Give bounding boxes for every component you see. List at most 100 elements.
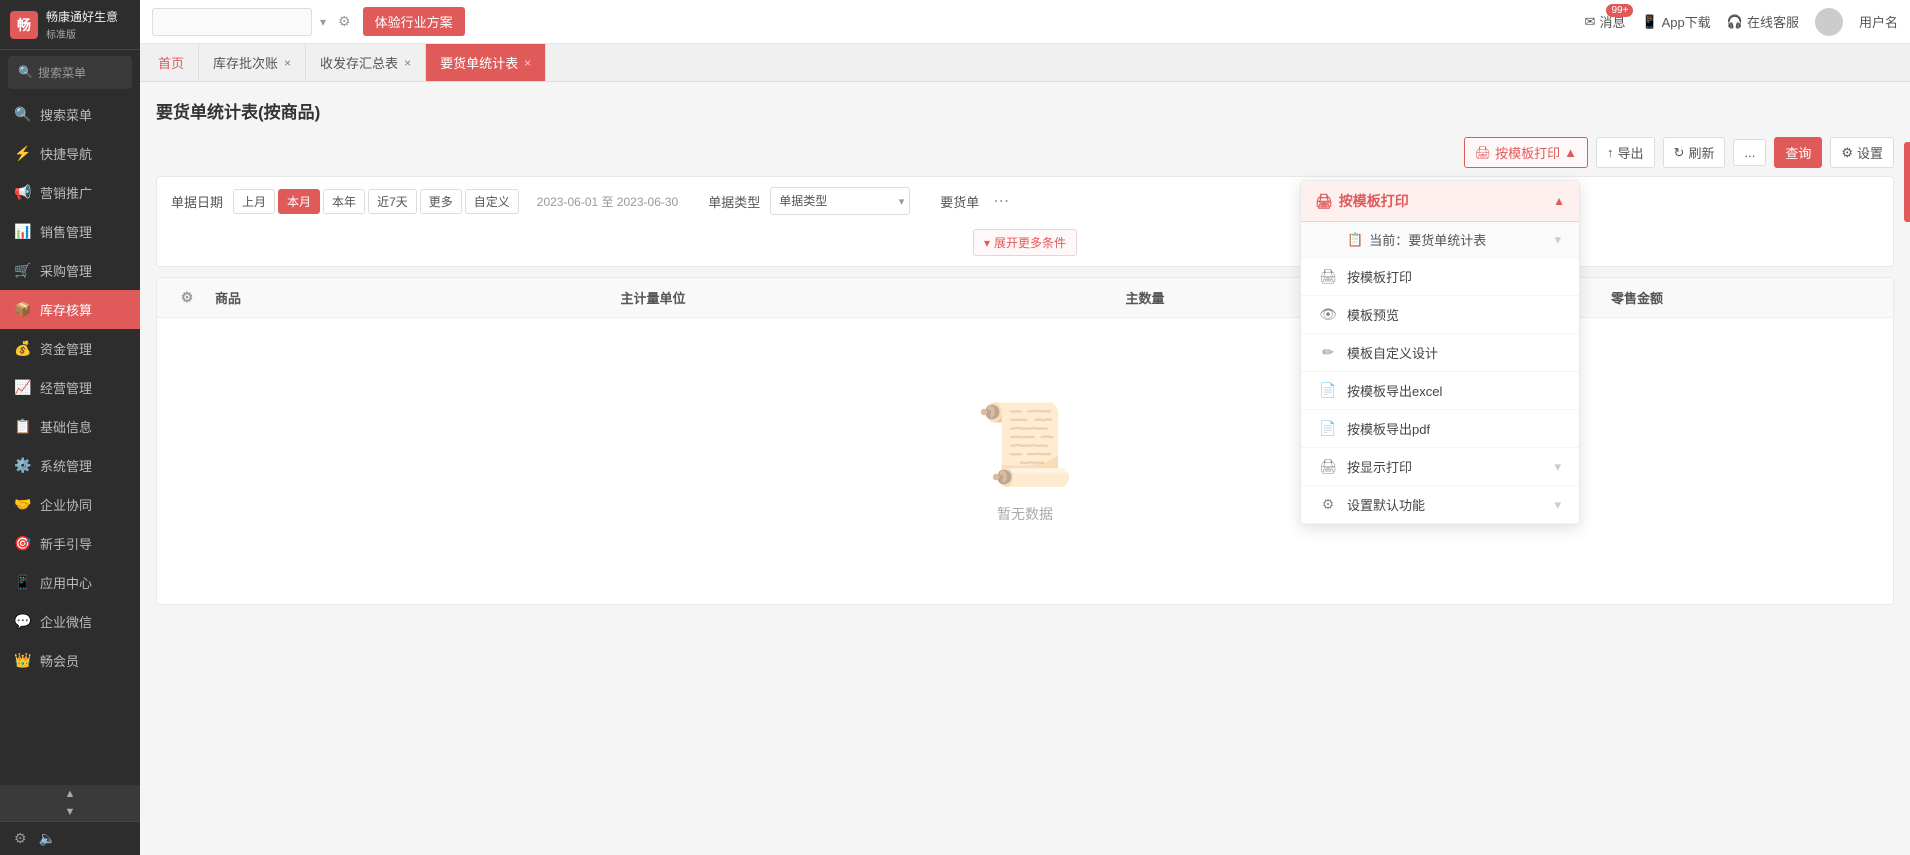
sidebar-item-operations[interactable]: 📈 经营管理 [0, 368, 140, 407]
messages-button[interactable]: ✉ 消息 99+ [1585, 12, 1626, 31]
date-btn-last7days[interactable]: 近7天 [368, 189, 417, 214]
sidebar-item-label: 资金管理 [40, 339, 92, 358]
settings-footer-icon[interactable]: ⚙ [14, 830, 27, 847]
export-button[interactable]: ↑ 导出 [1596, 137, 1655, 168]
search-icon: 🔍 [18, 65, 33, 79]
dropdown-title: 🖨 按模板打印 [1315, 191, 1409, 211]
sidebar-item-enterprise[interactable]: 🤝 企业协同 [0, 485, 140, 524]
tab-label: 收发存汇总表 [320, 53, 398, 72]
date-btn-prev-month[interactable]: 上月 [233, 189, 275, 214]
tab-requisition-stat[interactable]: 要货单统计表× [426, 44, 546, 81]
message-icon: ✉ [1585, 14, 1596, 30]
refresh-button[interactable]: ↻ 刷新 [1663, 137, 1726, 168]
marketing-icon: 📢 [14, 183, 32, 201]
query-label: 查询 [1785, 143, 1811, 162]
sidebar-item-purchase[interactable]: 🛒 采购管理 [0, 251, 140, 290]
sidebar-item-quick-nav[interactable]: ⚡ 快捷导航 [0, 134, 140, 173]
tab-bar: 首页库存批次账×收发存汇总表×要货单统计表× [140, 44, 1910, 82]
sidebar-item-finance[interactable]: 💰 资金管理 [0, 329, 140, 368]
date-btn-custom[interactable]: 自定义 [465, 189, 519, 214]
table-gear-icon[interactable]: ⚙ [181, 289, 194, 305]
sidebar-item-marketing[interactable]: 📢 营销推广 [0, 173, 140, 212]
date-range: 2023-06-01 至 2023-06-30 [537, 193, 678, 210]
date-btn-more[interactable]: 更多 [420, 189, 462, 214]
operations-icon: 📈 [14, 378, 32, 396]
refresh-label: 刷新 [1688, 143, 1714, 162]
col-settings[interactable]: ⚙ [167, 279, 207, 316]
sidebar-item-search[interactable]: 🔍 搜索菜单 [0, 95, 140, 134]
req-type-label: 要货单 [940, 192, 979, 211]
doc-type-select[interactable]: 单据类型 [770, 187, 910, 215]
dropdown-item-template-custom[interactable]: ✏ 模板自定义设计 [1301, 334, 1579, 372]
sidebar-item-member[interactable]: 👑 畅会员 [0, 641, 140, 680]
inventory-icon: 📦 [14, 300, 32, 318]
current-doc-label: 当前：要货单统计表 [1369, 230, 1486, 249]
dropdown-item-set-default[interactable]: ⚙ 设置默认功能 ▾ [1301, 486, 1579, 524]
date-btn-this-month[interactable]: 本月 [278, 189, 320, 214]
dropdown-current-item[interactable]: 📋 当前：要货单统计表 ▾ [1301, 222, 1579, 258]
sidebar-item-label: 应用中心 [40, 573, 92, 592]
sidebar-item-newbie[interactable]: 🎯 新手引导 [0, 524, 140, 563]
app-logo: 畅 畅康通好生意 标准版 [0, 0, 140, 50]
tab-close-icon[interactable]: × [284, 56, 291, 70]
current-expand-icon: ▾ [1554, 232, 1561, 248]
tab-close-icon[interactable]: × [404, 56, 411, 70]
tab-collection-summary[interactable]: 收发存汇总表 × [306, 44, 426, 81]
item-excel-label: 按模板导出excel [1347, 381, 1442, 400]
item-excel-icon: 📄 [1319, 382, 1337, 399]
app-download-label: App下载 [1662, 12, 1711, 31]
item-preview-icon: 👁 [1319, 306, 1337, 323]
export-label: 导出 [1618, 143, 1644, 162]
tab-inventory-batch[interactable]: 库存批次账× [199, 44, 306, 81]
dropdown-item-display-print[interactable]: 🖨 按显示打印 ▾ [1301, 448, 1579, 486]
sidebar-scroll-up[interactable]: ▲ [0, 785, 140, 803]
sound-footer-icon[interactable]: 🔈 [39, 830, 56, 847]
default-expand-icon: ▾ [1554, 497, 1561, 513]
dropdown-item-export-excel[interactable]: 📄 按模板导出excel [1301, 372, 1579, 410]
expand-more-label: 展开更多条件 [994, 234, 1066, 251]
sidebar-item-label: 快捷导航 [40, 144, 92, 163]
sidebar-item-wechat[interactable]: 💬 企业微信 [0, 602, 140, 641]
topbar-search-input[interactable] [152, 8, 312, 36]
sidebar-item-inventory[interactable]: 📦 库存核算 [0, 290, 140, 329]
online-service-button[interactable]: 🎧 在线客服 [1727, 12, 1799, 31]
dropdown-item-template-preview[interactable]: 👁 模板预览 [1301, 296, 1579, 334]
item-pdf-label: 按模板导出pdf [1347, 419, 1430, 438]
page-content-area: 要货单统计表(按商品) 🖨 按模板打印 ▲ ↑ 导出 ↻ 刷新 ... [140, 82, 1910, 855]
dropdown-item-template-print[interactable]: 🖨 按模板打印 [1301, 258, 1579, 296]
quick-nav-icon: ⚡ [14, 144, 32, 162]
dropdown-item-export-pdf[interactable]: 📄 按模板导出pdf [1301, 410, 1579, 448]
tab-close-icon[interactable]: × [524, 56, 531, 70]
sidebar-footer: ⚙ 🔈 [0, 821, 140, 855]
dropdown-chevron-up-icon[interactable]: ▲ [1553, 194, 1565, 208]
no-data-icon: 📜 [975, 398, 1075, 492]
query-button[interactable]: 查询 [1774, 137, 1822, 168]
page-title: 要货单统计表(按商品) [156, 98, 1894, 123]
service-icon: 🎧 [1727, 14, 1743, 30]
sidebar-item-label: 系统管理 [40, 456, 92, 475]
trial-button[interactable]: 体验行业方案 [363, 7, 465, 36]
sidebar-search[interactable]: 🔍 搜索菜单 [8, 56, 132, 89]
sidebar-item-label: 库存核算 [40, 300, 92, 319]
sidebar-item-basic-info[interactable]: 📋 基础信息 [0, 407, 140, 446]
date-btn-this-year[interactable]: 本年 [323, 189, 365, 214]
template-print-button[interactable]: 🖨 按模板打印 ▲ [1464, 137, 1588, 168]
sidebar-item-app-center[interactable]: 📱 应用中心 [0, 563, 140, 602]
logo-text-group: 畅康通好生意 标准版 [46, 10, 118, 41]
tab-home[interactable]: 首页 [144, 44, 199, 81]
sidebar-item-sales[interactable]: 📊 销售管理 [0, 212, 140, 251]
settings-button[interactable]: ⚙ 设置 [1830, 137, 1894, 168]
col-unit: 主计量单位 [407, 278, 899, 317]
user-avatar[interactable] [1815, 8, 1843, 36]
app-name: 畅康通好生意 [46, 10, 118, 26]
topbar-dropdown-icon[interactable]: ▾ [320, 15, 326, 29]
sidebar-scroll-down[interactable]: ▼ [0, 803, 140, 821]
display-expand-icon: ▾ [1554, 459, 1561, 475]
expand-more-button[interactable]: ▾ 展开更多条件 [973, 229, 1077, 256]
filter-expand-icon[interactable]: ⋯ [993, 191, 1009, 211]
sidebar-item-system[interactable]: ⚙️ 系统管理 [0, 446, 140, 485]
more-button[interactable]: ... [1733, 139, 1766, 166]
app-download-button[interactable]: 📱 App下载 [1641, 12, 1710, 31]
topbar-gear-icon[interactable]: ⚙ [338, 13, 351, 30]
scroll-thumb[interactable] [1904, 142, 1910, 222]
